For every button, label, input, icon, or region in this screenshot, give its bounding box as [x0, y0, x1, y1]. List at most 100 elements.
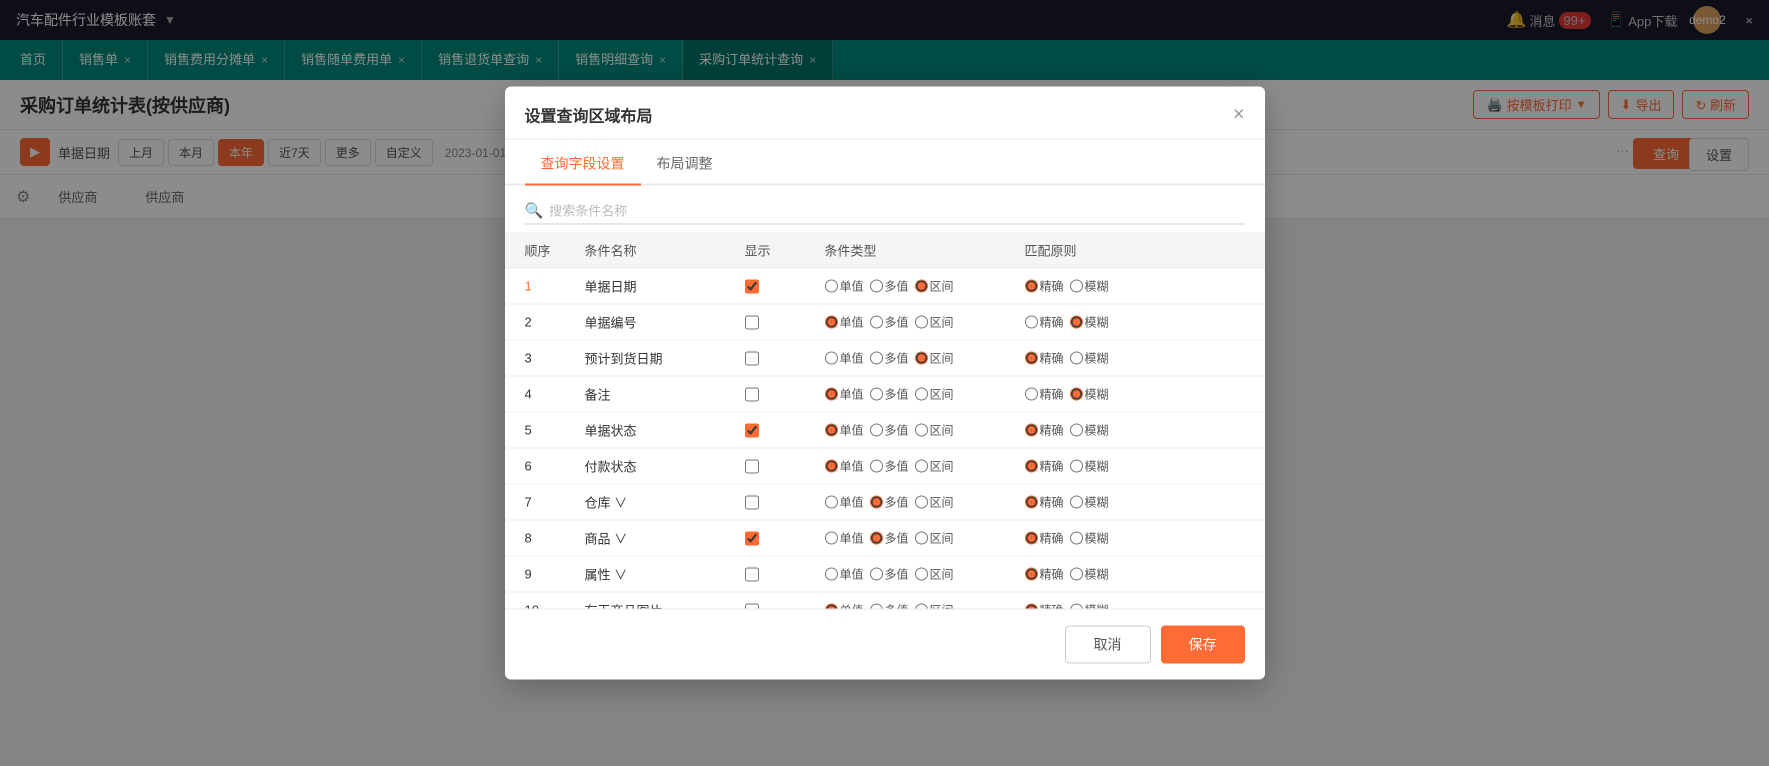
- type-radio-range[interactable]: 区间: [915, 530, 954, 547]
- type-radio-multi[interactable]: 多值: [870, 530, 909, 547]
- match-radio-exact[interactable]: 精确: [1025, 530, 1064, 547]
- type-radio-single[interactable]: 单值: [825, 458, 864, 475]
- type-radio-single[interactable]: 单值: [825, 386, 864, 403]
- type-radio-single[interactable]: 单值: [825, 278, 864, 295]
- tab-query-fields[interactable]: 查询字段设置: [525, 144, 641, 186]
- match-radio-exact[interactable]: 精确: [1025, 386, 1064, 403]
- table-row: 10有无商品图片单值多值区间精确模糊: [505, 593, 1265, 609]
- col-type: 条件类型: [825, 241, 1025, 260]
- match-radio-fuzzy[interactable]: 模糊: [1070, 566, 1109, 583]
- display-checkbox[interactable]: [745, 315, 825, 329]
- cancel-button[interactable]: 取消: [1065, 626, 1151, 664]
- table-row: 4备注单值多值区间精确模糊: [505, 377, 1265, 413]
- match-radio-exact[interactable]: 精确: [1025, 494, 1064, 511]
- modal-close-button[interactable]: ×: [1233, 105, 1245, 125]
- type-radio-range[interactable]: 区间: [915, 422, 954, 439]
- type-radio-range[interactable]: 区间: [915, 602, 954, 609]
- type-radio-single[interactable]: 单值: [825, 494, 864, 511]
- type-radio-multi[interactable]: 多值: [870, 458, 909, 475]
- display-checkbox[interactable]: [745, 567, 825, 581]
- type-radio-single[interactable]: 单值: [825, 422, 864, 439]
- type-radio-range[interactable]: 区间: [915, 566, 954, 583]
- match-radio-fuzzy[interactable]: 模糊: [1070, 386, 1109, 403]
- match-radio-group: 精确模糊: [1025, 422, 1205, 439]
- type-radio-multi[interactable]: 多值: [870, 422, 909, 439]
- table-body: 1单据日期单值多值区间精确模糊2单据编号单值多值区间精确模糊3预计到货日期单值多…: [505, 269, 1265, 609]
- type-radio-range[interactable]: 区间: [915, 386, 954, 403]
- row-index: 6: [525, 459, 585, 474]
- match-radio-exact[interactable]: 精确: [1025, 566, 1064, 583]
- match-radio-fuzzy[interactable]: 模糊: [1070, 314, 1109, 331]
- row-index: 1: [525, 279, 585, 294]
- type-radio-range[interactable]: 区间: [915, 314, 954, 331]
- type-radio-multi[interactable]: 多值: [870, 494, 909, 511]
- col-order: 顺序: [525, 241, 585, 260]
- type-radio-range[interactable]: 区间: [915, 278, 954, 295]
- type-radio-range[interactable]: 区间: [915, 350, 954, 367]
- save-button[interactable]: 保存: [1161, 626, 1245, 664]
- type-radio-group: 单值多值区间: [825, 422, 1025, 439]
- type-radio-multi[interactable]: 多值: [870, 566, 909, 583]
- row-name: 有无商品图片: [585, 601, 745, 609]
- search-icon: 🔍: [525, 202, 544, 220]
- row-index: 5: [525, 423, 585, 438]
- match-radio-fuzzy[interactable]: 模糊: [1070, 458, 1109, 475]
- row-index: 2: [525, 315, 585, 330]
- display-checkbox[interactable]: [745, 531, 825, 545]
- modal-title: 设置查询区域布局: [525, 103, 653, 127]
- type-radio-range[interactable]: 区间: [915, 494, 954, 511]
- type-radio-group: 单值多值区间: [825, 494, 1025, 511]
- modal-header: 设置查询区域布局 ×: [505, 87, 1265, 140]
- search-input[interactable]: [549, 203, 749, 218]
- type-radio-group: 单值多值区间: [825, 314, 1025, 331]
- type-radio-multi[interactable]: 多值: [870, 602, 909, 609]
- col-name: 条件名称: [585, 241, 745, 260]
- row-name: 预计到货日期: [585, 349, 745, 368]
- display-checkbox[interactable]: [745, 495, 825, 509]
- match-radio-fuzzy[interactable]: 模糊: [1070, 494, 1109, 511]
- modal-footer: 取消 保存: [505, 609, 1265, 680]
- type-radio-group: 单值多值区间: [825, 530, 1025, 547]
- type-radio-single[interactable]: 单值: [825, 314, 864, 331]
- match-radio-exact[interactable]: 精确: [1025, 278, 1064, 295]
- tab-layout[interactable]: 布局调整: [641, 144, 729, 186]
- type-radio-multi[interactable]: 多值: [870, 314, 909, 331]
- match-radio-fuzzy[interactable]: 模糊: [1070, 278, 1109, 295]
- display-checkbox[interactable]: [745, 387, 825, 401]
- type-radio-multi[interactable]: 多值: [870, 386, 909, 403]
- row-index: 7: [525, 495, 585, 510]
- row-name: 付款状态: [585, 457, 745, 476]
- match-radio-exact[interactable]: 精确: [1025, 458, 1064, 475]
- row-name: 单据状态: [585, 421, 745, 440]
- display-checkbox[interactable]: [745, 459, 825, 473]
- table-row: 1单据日期单值多值区间精确模糊: [505, 269, 1265, 305]
- match-radio-fuzzy[interactable]: 模糊: [1070, 530, 1109, 547]
- display-checkbox[interactable]: [745, 279, 825, 293]
- match-radio-fuzzy[interactable]: 模糊: [1070, 350, 1109, 367]
- modal-table: 顺序 条件名称 显示 条件类型 匹配原则 1单据日期单值多值区间精确模糊2单据编…: [505, 233, 1265, 609]
- row-index: 4: [525, 387, 585, 402]
- type-radio-multi[interactable]: 多值: [870, 278, 909, 295]
- row-index: 8: [525, 531, 585, 546]
- type-radio-single[interactable]: 单值: [825, 602, 864, 609]
- match-radio-exact[interactable]: 精确: [1025, 602, 1064, 609]
- match-radio-exact[interactable]: 精确: [1025, 314, 1064, 331]
- match-radio-group: 精确模糊: [1025, 602, 1205, 609]
- display-checkbox[interactable]: [745, 423, 825, 437]
- row-name: 属性 ∨: [585, 565, 745, 584]
- type-radio-range[interactable]: 区间: [915, 458, 954, 475]
- match-radio-group: 精确模糊: [1025, 278, 1205, 295]
- type-radio-group: 单值多值区间: [825, 602, 1025, 609]
- match-radio-exact[interactable]: 精确: [1025, 350, 1064, 367]
- table-row: 2单据编号单值多值区间精确模糊: [505, 305, 1265, 341]
- display-checkbox[interactable]: [745, 351, 825, 365]
- match-radio-fuzzy[interactable]: 模糊: [1070, 422, 1109, 439]
- type-radio-single[interactable]: 单值: [825, 566, 864, 583]
- type-radio-multi[interactable]: 多值: [870, 350, 909, 367]
- match-radio-exact[interactable]: 精确: [1025, 422, 1064, 439]
- match-radio-group: 精确模糊: [1025, 494, 1205, 511]
- type-radio-single[interactable]: 单值: [825, 530, 864, 547]
- match-radio-fuzzy[interactable]: 模糊: [1070, 602, 1109, 609]
- match-radio-group: 精确模糊: [1025, 530, 1205, 547]
- type-radio-single[interactable]: 单值: [825, 350, 864, 367]
